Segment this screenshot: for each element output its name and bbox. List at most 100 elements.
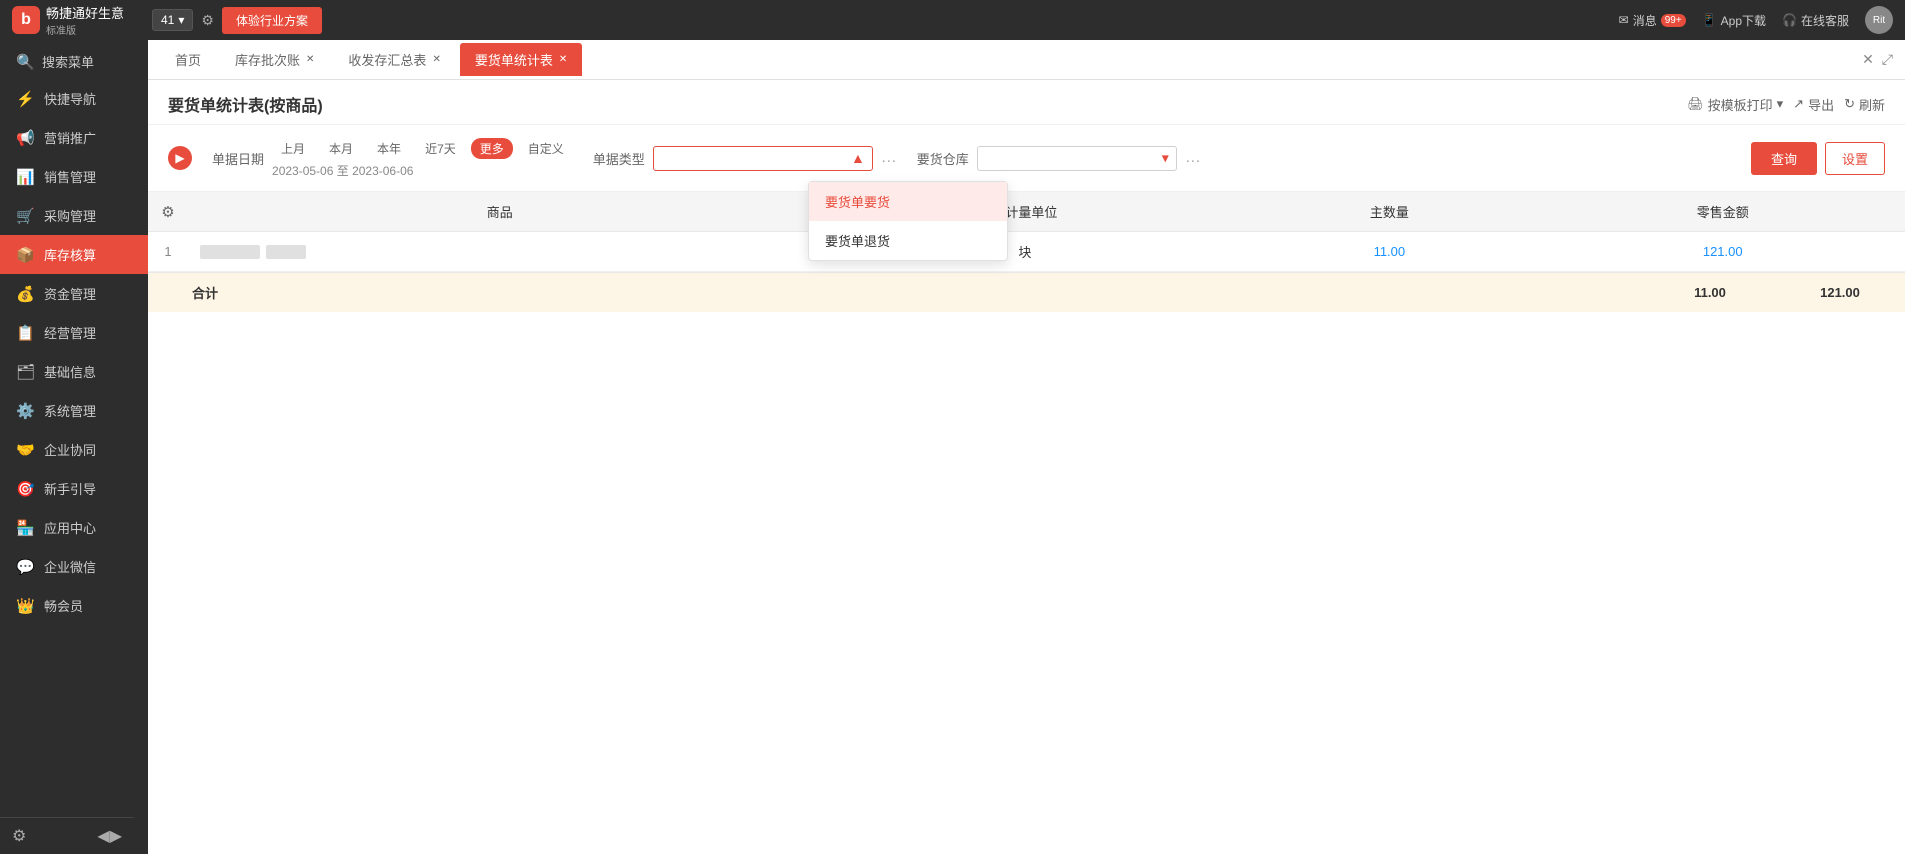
print-label: 按模板打印 (1708, 95, 1773, 114)
date-btn-this-month[interactable]: 本月 (320, 137, 362, 160)
qty-link[interactable]: 11.00 (1374, 244, 1406, 259)
setting-button[interactable]: 设置 (1825, 142, 1885, 175)
query-button[interactable]: 查询 (1751, 142, 1817, 175)
sidebar-item-system-label: 系统管理 (44, 401, 96, 420)
type-more-icon[interactable]: … (881, 149, 897, 167)
sidebar-item-member[interactable]: 👑 畅会员 (0, 586, 148, 625)
quick-nav-icon: ⚡ (16, 90, 34, 108)
topbar-center: 41 ▾ ⚙ 体验行业方案 (152, 7, 1619, 34)
trial-button[interactable]: 体验行业方案 (222, 7, 322, 34)
sales-icon: 📊 (16, 168, 34, 186)
tabbar-close-all-icon[interactable]: ✕ (1862, 51, 1874, 68)
filter-expand-button[interactable]: ▶ (168, 146, 192, 170)
member-icon: 👑 (16, 597, 34, 615)
footer-amount: 121.00 (1775, 285, 1905, 300)
sidebar-item-wechat-label: 企业微信 (44, 557, 96, 576)
message-label: 消息 (1633, 12, 1657, 29)
export-label: 导出 (1808, 95, 1834, 114)
product-name-placeholder (266, 245, 306, 259)
online-service-button[interactable]: 🎧 在线客服 (1782, 12, 1849, 29)
tabbar-expand-icon[interactable]: ⤢ (1882, 51, 1893, 68)
sidebar-item-sales-label: 销售管理 (44, 167, 96, 186)
refresh-button[interactable]: ↻ 刷新 (1844, 95, 1885, 114)
topbar-gear-icon[interactable]: ⚙ (201, 12, 214, 29)
tab-receive-send[interactable]: 收发存汇总表 ✕ (333, 43, 455, 76)
export-button[interactable]: ↗ 导出 (1793, 95, 1834, 114)
avatar[interactable]: Rit (1865, 6, 1893, 34)
wechat-icon: 💬 (16, 558, 34, 576)
topbar-right: ✉ 消息 99+ 📱 App下载 🎧 在线客服 Rit (1619, 6, 1893, 34)
warehouse-more-icon[interactable]: … (1185, 149, 1201, 167)
tab-requisition-stat[interactable]: 要货单统计表 ✕ (460, 43, 582, 76)
sidebar-item-marketing-label: 营销推广 (44, 128, 96, 147)
sidebar-item-wechat[interactable]: 💬 企业微信 (0, 547, 148, 586)
sidebar-item-inventory[interactable]: 📦 库存核算 (0, 235, 148, 274)
amount-link[interactable]: 121.00 (1703, 244, 1743, 259)
basic-icon: 🗂 (16, 363, 34, 381)
date-btn-last-month[interactable]: 上月 (272, 137, 314, 160)
sidebar-item-system[interactable]: ⚙️ 系统管理 (0, 391, 148, 430)
data-table-wrap: ⚙ 商品 主计量单位 主数量 零售金额 1 (148, 192, 1905, 272)
tab-home-label: 首页 (175, 50, 201, 69)
sidebar-item-quick-nav[interactable]: ⚡ 快捷导航 (0, 79, 148, 118)
dropdown-item-requisition-order[interactable]: 要货单要货 (809, 182, 1007, 221)
type-dropdown: 要货单要货 要货单退货 (808, 181, 1008, 261)
date-btn-more[interactable]: 更多 (471, 138, 513, 159)
date-btn-last-7[interactable]: 近7天 (416, 137, 465, 160)
sidebar-settings-icon[interactable]: ⚙ (12, 826, 26, 846)
topbar: b 畅捷通好生意 标准版 41 ▾ ⚙ 体验行业方案 ✉ 消息 99+ 📱 Ap… (0, 0, 1905, 40)
type-label: 单据类型 (593, 149, 645, 168)
sidebar-collapse-icon[interactable]: ◀▶ (97, 826, 122, 846)
message-button[interactable]: ✉ 消息 99+ (1619, 12, 1686, 29)
sidebar-item-basic[interactable]: 🗂 基础信息 (0, 352, 148, 391)
store-name: 41 (161, 13, 174, 27)
sidebar-menu: 🔍 搜索菜单 ⚡ 快捷导航 📢 营销推广 📊 销售管理 🛒 采购管理 📦 库存核… (0, 40, 148, 625)
sidebar-item-finance-label: 资金管理 (44, 284, 96, 303)
warehouse-select-wrap: ▾ (977, 146, 1177, 171)
tab-bar: 首页 库存批次账 ✕ 收发存汇总表 ✕ 要货单统计表 ✕ ✕ ⤢ (148, 40, 1905, 80)
sidebar-item-search[interactable]: 🔍 搜索菜单 (0, 44, 148, 79)
date-btn-this-year[interactable]: 本年 (368, 137, 410, 160)
sidebar-bottom: ⚙ ◀▶ (0, 817, 134, 854)
logo-icon: b (12, 6, 40, 34)
type-select-input[interactable] (653, 146, 873, 171)
print-icon: 🖨 (1687, 96, 1704, 112)
page-header: 要货单统计表(按商品) 🖨 按模板打印 ▾ ↗ 导出 ↻ 刷新 (148, 80, 1905, 125)
message-badge: 99+ (1661, 14, 1686, 27)
cell-amount: 121.00 (1540, 232, 1905, 272)
sidebar-item-purchase[interactable]: 🛒 采购管理 (0, 196, 148, 235)
table-row: 1 块 11.00 121.00 (148, 232, 1905, 272)
search-icon: 🔍 (16, 53, 34, 71)
th-product: 商品 (188, 192, 811, 232)
tab-requisition-stat-close[interactable]: ✕ (559, 54, 567, 65)
sidebar-item-sales[interactable]: 📊 销售管理 (0, 157, 148, 196)
app-download-label: App下载 (1721, 12, 1766, 29)
app-download-button[interactable]: 📱 App下载 (1702, 12, 1766, 29)
date-btn-custom[interactable]: 自定义 (519, 137, 573, 160)
sidebar-item-operations[interactable]: 📋 经营管理 (0, 313, 148, 352)
tab-home[interactable]: 首页 (160, 43, 216, 76)
sidebar-item-appstore[interactable]: 🏪 应用中心 (0, 508, 148, 547)
page-content: 要货单统计表(按商品) 🖨 按模板打印 ▾ ↗ 导出 ↻ 刷新 (148, 80, 1905, 854)
tab-inventory-batch[interactable]: 库存批次账 ✕ (220, 43, 329, 76)
print-chevron-icon: ▾ (1777, 96, 1784, 112)
tab-receive-send-label: 收发存汇总表 (348, 50, 426, 69)
column-settings-icon[interactable]: ⚙ (161, 204, 174, 221)
inventory-icon: 📦 (16, 246, 34, 264)
cell-product (188, 232, 811, 272)
warehouse-select[interactable] (977, 146, 1177, 171)
sidebar-item-finance[interactable]: 💰 资金管理 (0, 274, 148, 313)
logo: b 畅捷通好生意 标准版 (12, 3, 152, 37)
sidebar-item-enterprise[interactable]: 🤝 企业协同 (0, 430, 148, 469)
tab-inventory-batch-close[interactable]: ✕ (306, 54, 314, 65)
message-icon: ✉ (1619, 13, 1629, 27)
store-selector[interactable]: 41 ▾ (152, 9, 193, 31)
logo-text: 畅捷通好生意 标准版 (46, 3, 124, 37)
sidebar-item-marketing[interactable]: 📢 营销推广 (0, 118, 148, 157)
print-button[interactable]: 🖨 按模板打印 ▾ (1687, 95, 1783, 114)
dropdown-item-requisition-return[interactable]: 要货单退货 (809, 221, 1007, 260)
appstore-icon: 🏪 (16, 519, 34, 537)
sidebar-item-guide[interactable]: 🎯 新手引导 (0, 469, 148, 508)
th-qty: 主数量 (1238, 192, 1540, 232)
tab-receive-send-close[interactable]: ✕ (432, 54, 440, 65)
